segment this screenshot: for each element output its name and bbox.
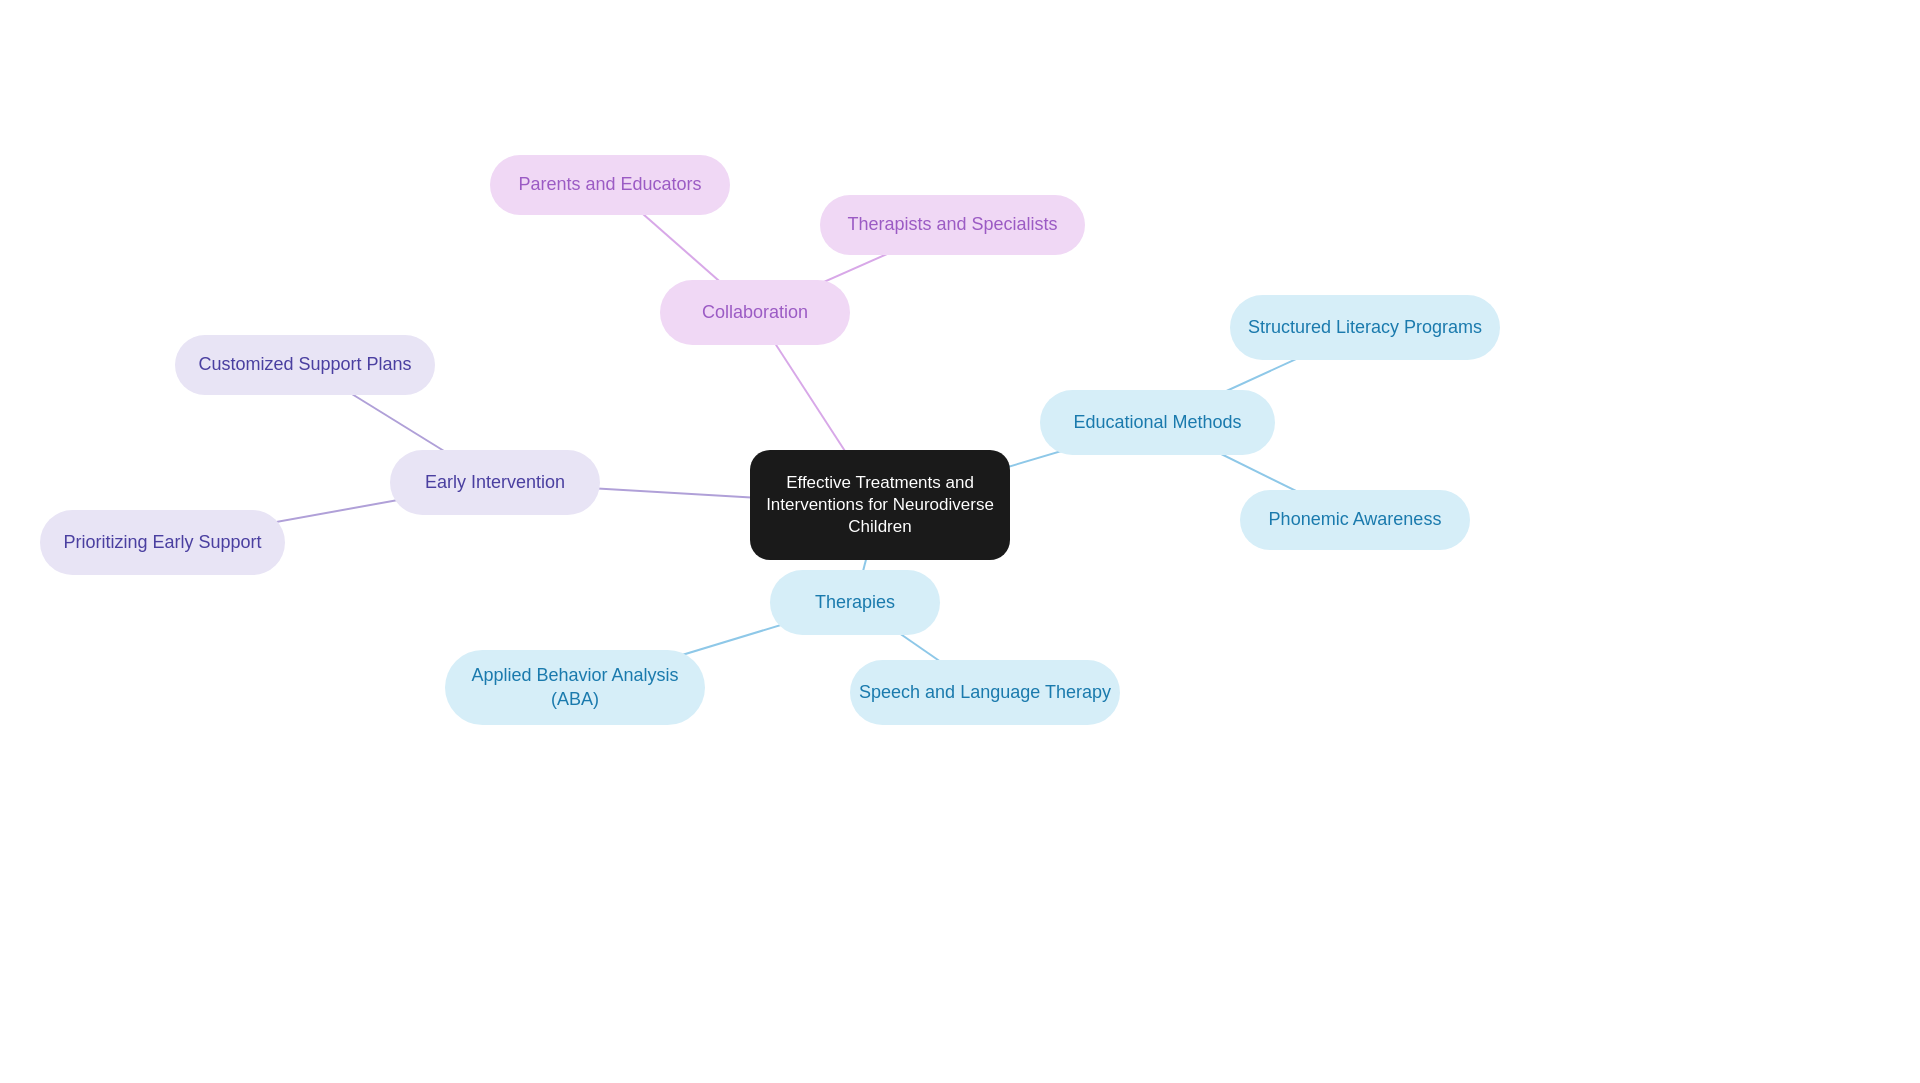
node-aba[interactable]: Applied Behavior Analysis (ABA) xyxy=(445,650,705,725)
node-customized_support[interactable]: Customized Support Plans xyxy=(175,335,435,395)
node-label-structured_literacy: Structured Literacy Programs xyxy=(1240,316,1490,339)
mind-map: Effective Treatments and Interventions f… xyxy=(0,0,1920,1083)
node-central[interactable]: Effective Treatments and Interventions f… xyxy=(750,450,1010,560)
node-label-aba: Applied Behavior Analysis (ABA) xyxy=(445,664,705,711)
node-structured_literacy[interactable]: Structured Literacy Programs xyxy=(1230,295,1500,360)
node-label-customized_support: Customized Support Plans xyxy=(190,353,419,376)
node-early_intervention[interactable]: Early Intervention xyxy=(390,450,600,515)
node-label-therapies: Therapies xyxy=(807,591,903,614)
node-label-central: Effective Treatments and Interventions f… xyxy=(750,472,1010,538)
node-label-therapists_specialists: Therapists and Specialists xyxy=(839,213,1065,236)
node-label-parents_educators: Parents and Educators xyxy=(510,173,709,196)
node-label-collaboration: Collaboration xyxy=(694,301,816,324)
node-label-phonemic_awareness: Phonemic Awareness xyxy=(1261,508,1450,531)
node-prioritizing_early[interactable]: Prioritizing Early Support xyxy=(40,510,285,575)
node-collaboration[interactable]: Collaboration xyxy=(660,280,850,345)
node-therapists_specialists[interactable]: Therapists and Specialists xyxy=(820,195,1085,255)
node-speech_language[interactable]: Speech and Language Therapy xyxy=(850,660,1120,725)
node-label-educational_methods: Educational Methods xyxy=(1065,411,1249,434)
node-phonemic_awareness[interactable]: Phonemic Awareness xyxy=(1240,490,1470,550)
node-parents_educators[interactable]: Parents and Educators xyxy=(490,155,730,215)
node-educational_methods[interactable]: Educational Methods xyxy=(1040,390,1275,455)
node-label-prioritizing_early: Prioritizing Early Support xyxy=(55,531,269,554)
node-label-speech_language: Speech and Language Therapy xyxy=(851,681,1119,704)
node-therapies[interactable]: Therapies xyxy=(770,570,940,635)
node-label-early_intervention: Early Intervention xyxy=(417,471,573,494)
